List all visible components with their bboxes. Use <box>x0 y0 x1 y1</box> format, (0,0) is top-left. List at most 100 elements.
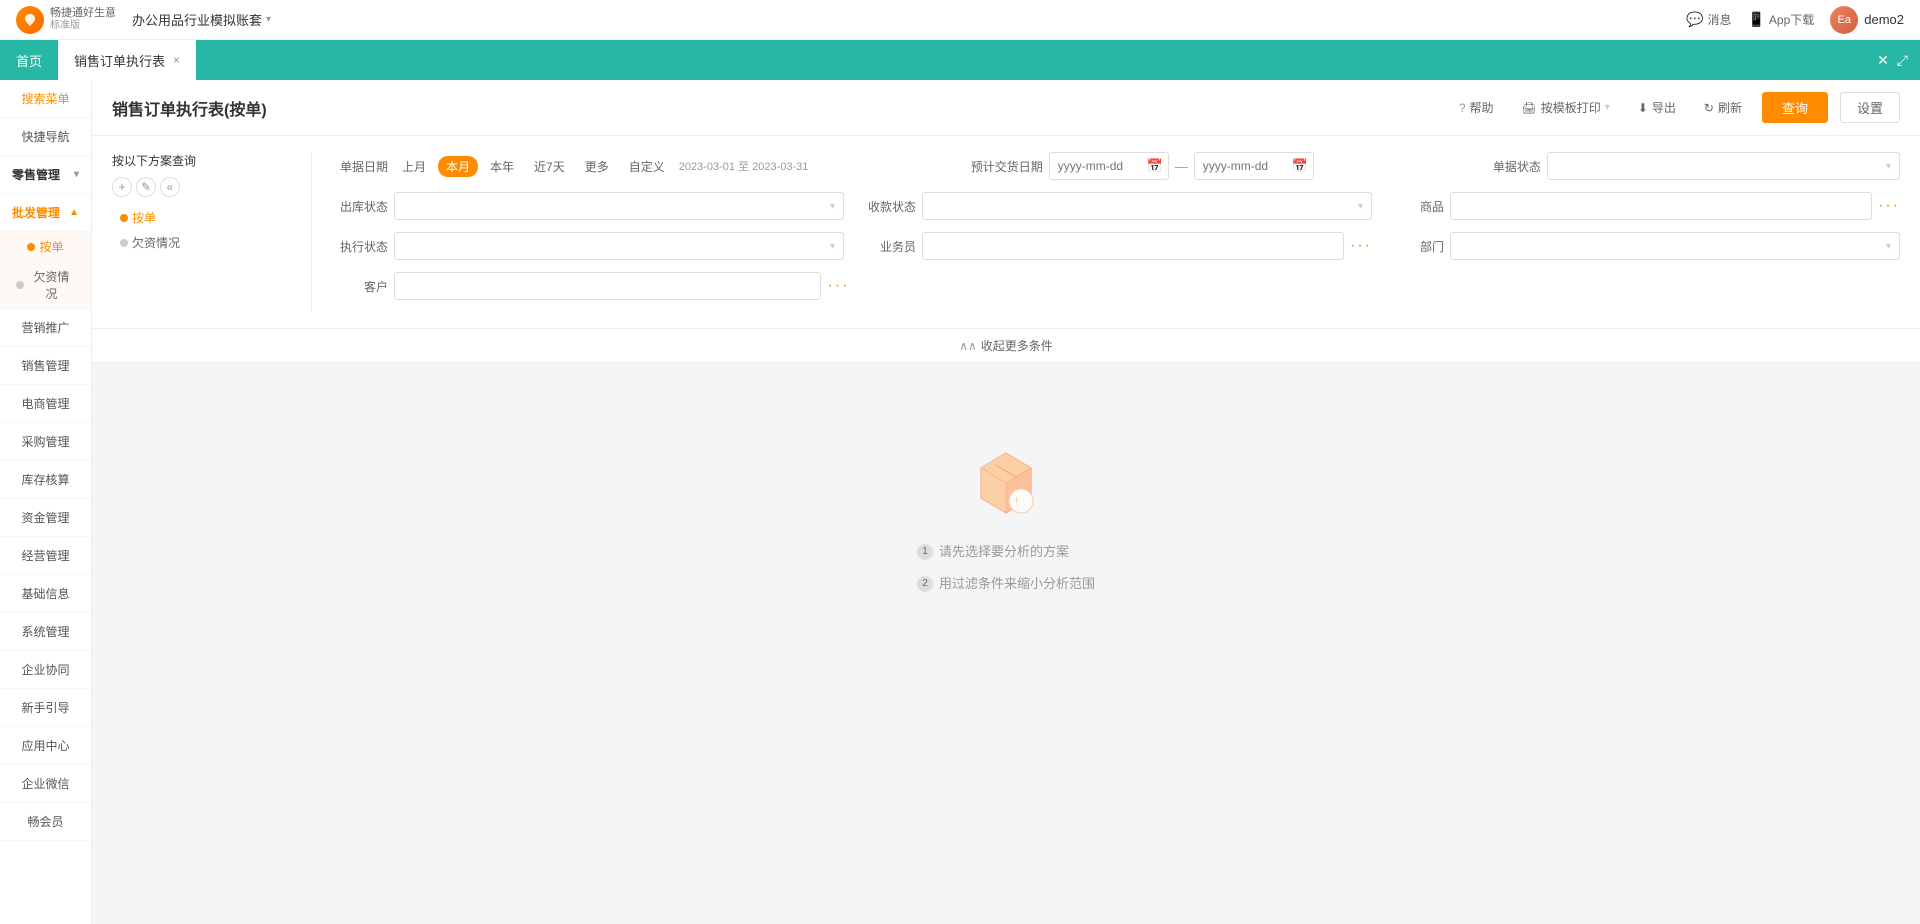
customer-dots-btn[interactable]: ··· <box>827 277 849 295</box>
query-btn[interactable]: 查询 <box>1762 92 1828 123</box>
department-label: 部门 <box>1388 238 1444 255</box>
status-select[interactable]: ▾ <box>1547 152 1900 180</box>
exec-select[interactable]: ▾ <box>394 232 844 260</box>
refresh-icon: ↻ <box>1704 101 1714 115</box>
message-btn[interactable]: 💬 消息 <box>1686 11 1731 28</box>
print-btn[interactable]: 🖨 按模板打印 ▾ <box>1514 95 1618 120</box>
edit-scheme-icon: ✎ <box>141 180 151 194</box>
collapse-scheme-btn[interactable]: « <box>160 177 180 197</box>
filter-panel: 按以下方案查询 + ✎ « 按单 <box>92 136 1920 329</box>
orange-dot-icon <box>27 243 35 251</box>
date-chip-more[interactable]: 更多 <box>577 156 617 177</box>
sidebar-item-appcenter[interactable]: 应用中心 <box>0 727 91 765</box>
svg-text:!: ! <box>1015 495 1018 509</box>
sidebar-item-marketing[interactable]: 营销推广 <box>0 309 91 347</box>
collapse-row: ∧∧ 收起更多条件 <box>92 329 1920 363</box>
tab-minimize-icon[interactable]: ✕ <box>1877 52 1889 69</box>
status-dropdown-icon: ▾ <box>1886 161 1891 172</box>
sidebar-item-finance[interactable]: 资金管理 <box>0 499 91 537</box>
export-btn[interactable]: ⬇ 导出 <box>1630 95 1684 120</box>
date-chip-this-month[interactable]: 本月 <box>438 156 478 177</box>
salesperson-dots-btn[interactable]: ··· <box>1350 237 1372 255</box>
tab-sales-order[interactable]: 销售订单执行表 × <box>58 40 196 80</box>
help-icon: ? <box>1459 101 1466 115</box>
goods-input[interactable] <box>1450 192 1872 220</box>
date-chip-7days[interactable]: 近7天 <box>526 156 573 177</box>
help-btn[interactable]: ? 帮助 <box>1451 95 1502 120</box>
scheme-orange-dot-icon <box>120 214 128 222</box>
selector-arrow-icon: ▾ <box>266 14 271 25</box>
collapse-up-icon: ∧∧ <box>959 339 977 353</box>
tab-close-icon[interactable]: × <box>173 53 180 67</box>
salesperson-input[interactable] <box>922 232 1344 260</box>
scheme-item-欠资[interactable]: 欠资情况 <box>112 230 295 255</box>
logo-area: 畅捷通好生意 标准版 <box>16 6 116 34</box>
sidebar-item-member[interactable]: 畅会员 <box>0 803 91 841</box>
app-download-btn[interactable]: 📱 App下载 <box>1747 11 1814 28</box>
tab-home[interactable]: 首页 <box>0 40 58 80</box>
date-chip-last-month[interactable]: 上月 <box>394 156 434 177</box>
add-scheme-btn[interactable]: + <box>112 177 132 197</box>
sidebar-sub-item-欠资[interactable]: 欠资情况 <box>0 262 91 309</box>
tab-maximize-icon[interactable]: ⤢ <box>1897 52 1908 69</box>
main-layout: 搜索菜单 快捷导航 零售管理 ▾ 批发管理 ▲ 按单 欠资情况 营销推广 销售管… <box>0 80 1920 924</box>
customer-group: 客户 ··· <box>332 272 849 300</box>
date-chip-this-year[interactable]: 本年 <box>482 156 522 177</box>
sidebar-sub-wholesale: 按单 欠资情况 <box>0 232 91 309</box>
filter-fields: 单据日期 上月 本月 本年 近7天 更多 自定义 2023-03-01 至 20… <box>312 152 1900 312</box>
salesperson-label: 业务员 <box>860 238 916 255</box>
edit-scheme-btn[interactable]: ✎ <box>136 177 156 197</box>
sidebar-item-inventory[interactable]: 库存核算 <box>0 461 91 499</box>
export-icon: ⬇ <box>1638 101 1648 115</box>
gray-dot-icon <box>16 281 24 289</box>
sidebar-search-menu[interactable]: 搜索菜单 <box>0 80 91 118</box>
sidebar-item-wechat[interactable]: 企业微信 <box>0 765 91 803</box>
sidebar: 搜索菜单 快捷导航 零售管理 ▾ 批发管理 ▲ 按单 欠资情况 营销推广 销售管… <box>0 80 92 924</box>
sidebar-item-sales[interactable]: 销售管理 <box>0 347 91 385</box>
delivery-select[interactable]: ▾ <box>394 192 844 220</box>
sidebar-sub-item-按单[interactable]: 按单 <box>0 232 91 262</box>
filter-row-4: 客户 ··· <box>332 272 1900 300</box>
app-selector[interactable]: 办公用品行业模拟账套 ▾ <box>132 10 271 29</box>
logo-icon <box>16 6 44 34</box>
customer-input[interactable] <box>394 272 821 300</box>
sidebar-item-enterprise[interactable]: 企业协同 <box>0 651 91 689</box>
sidebar-item-ecommerce[interactable]: 电商管理 <box>0 385 91 423</box>
download-icon: 📱 <box>1747 11 1764 28</box>
app-name: 畅捷通好生意 标准版 <box>50 7 116 32</box>
date-label: 单据日期 <box>332 158 388 175</box>
tip-num-1: 1 <box>917 544 933 560</box>
sidebar-item-wholesale[interactable]: 批发管理 ▲ <box>0 194 91 232</box>
goods-dots-btn[interactable]: ··· <box>1878 197 1900 215</box>
payment-select[interactable]: ▾ <box>922 192 1372 220</box>
sidebar-item-retail[interactable]: 零售管理 ▾ <box>0 156 91 194</box>
department-group: 部门 ▾ <box>1388 232 1900 260</box>
scheme-item-按单[interactable]: 按单 <box>112 205 295 230</box>
refresh-btn[interactable]: ↻ 刷新 <box>1696 95 1750 120</box>
page-title: 销售订单执行表(按单) <box>112 96 267 120</box>
delivery-group: 出库状态 ▾ <box>332 192 844 220</box>
collapse-scheme-icon: « <box>167 180 174 194</box>
sidebar-item-basic[interactable]: 基础信息 <box>0 575 91 613</box>
date-chip-custom[interactable]: 自定义 <box>621 156 673 177</box>
user-menu[interactable]: Ea demo2 <box>1830 6 1904 34</box>
avatar: Ea <box>1830 6 1858 34</box>
date-group: 单据日期 上月 本月 本年 近7天 更多 自定义 2023-03-01 至 20… <box>332 156 955 177</box>
sidebar-item-system[interactable]: 系统管理 <box>0 613 91 651</box>
expected-date-start-wrap: 📅 <box>1049 152 1169 180</box>
sidebar-item-purchase[interactable]: 采购管理 <box>0 423 91 461</box>
wholesale-arrow-icon: ▲ <box>69 207 79 218</box>
sidebar-item-newuser[interactable]: 新手引导 <box>0 689 91 727</box>
settings-btn[interactable]: 设置 <box>1840 92 1900 123</box>
top-bar: 畅捷通好生意 标准版 办公用品行业模拟账套 ▾ 💬 消息 📱 App下载 Ea … <box>0 0 1920 40</box>
collapse-more-btn[interactable]: ∧∧ 收起更多条件 <box>959 337 1053 354</box>
delivery-label: 出库状态 <box>332 198 388 215</box>
expected-date-group: 预计交货日期 📅 — 📅 <box>971 152 1469 180</box>
status-group: 单据状态 ▾ <box>1485 152 1900 180</box>
sidebar-item-operation[interactable]: 经营管理 <box>0 537 91 575</box>
salesperson-group: 业务员 ··· <box>860 232 1372 260</box>
sidebar-quick-nav[interactable]: 快捷导航 <box>0 118 91 156</box>
department-select[interactable]: ▾ <box>1450 232 1900 260</box>
filter-scheme-actions: + ✎ « <box>112 177 295 197</box>
exec-group: 执行状态 ▾ <box>332 232 844 260</box>
